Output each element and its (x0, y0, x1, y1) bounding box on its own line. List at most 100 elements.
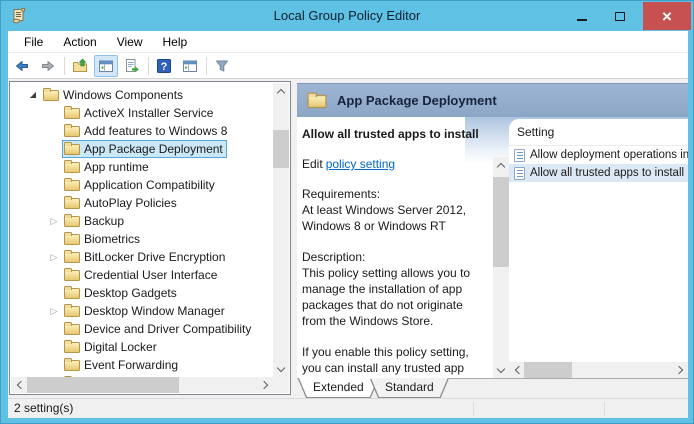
folder-icon (64, 303, 80, 317)
tree-expander-icon[interactable]: ▷ (46, 302, 62, 320)
folder-icon (64, 231, 80, 245)
show-console-tree-toggle[interactable] (94, 55, 118, 77)
minimize-button[interactable] (563, 2, 601, 30)
filter-funnel-icon (216, 60, 228, 72)
folder-icon (43, 87, 59, 101)
toolbar-separator (64, 57, 65, 75)
menu-view[interactable]: View (107, 33, 153, 51)
content-area: ◢ Windows Components ActiveX Installer Ser… (8, 79, 688, 398)
forward-button[interactable] (36, 55, 60, 77)
folder-icon (64, 213, 80, 227)
tree-item-application-compatibility[interactable]: Application Compatibility (11, 176, 273, 194)
scroll-left-arrow[interactable] (509, 362, 525, 378)
tree-node[interactable]: BitLocker Drive Encryption (62, 248, 229, 266)
scroll-left-arrow[interactable] (11, 377, 27, 393)
tree-item-activex-installer-service[interactable]: ActiveX Installer Service (11, 104, 273, 122)
tree-node[interactable]: Windows Components (41, 86, 187, 104)
tree-vertical-scrollbar[interactable] (273, 83, 289, 377)
tree-item-event-forwarding[interactable]: Event Forwarding (11, 356, 273, 374)
tree-item-desktop-gadgets[interactable]: Desktop Gadgets (11, 284, 273, 302)
tree-node[interactable]: Backup (62, 212, 128, 230)
scrollbar-thumb[interactable] (493, 177, 509, 267)
tree-node[interactable]: Add features to Windows 8 (62, 122, 231, 140)
tree-item-app-runtime[interactable]: App runtime (11, 158, 273, 176)
menu-action[interactable]: Action (53, 33, 106, 51)
up-one-level-button[interactable] (68, 55, 92, 77)
tree-item-bitlocker-drive-encryption[interactable]: ▷ BitLocker Drive Encryption (11, 248, 273, 266)
tree-node-selected[interactable]: App Package Deployment (62, 140, 227, 158)
tree-node[interactable]: ActiveX Installer Service (62, 104, 217, 122)
help-button[interactable]: ? (152, 55, 176, 77)
tree-expander-icon[interactable]: ▷ (46, 212, 62, 230)
toolbar: ? (8, 53, 688, 79)
tree-item-label: Biometrics (84, 232, 141, 246)
tree-item-digital-locker[interactable]: Digital Locker (11, 338, 273, 356)
chevron-right-icon (259, 380, 268, 390)
filter-button[interactable] (210, 55, 234, 77)
tree-item-add-features-to-windows-8[interactable]: Add features to Windows 8 (11, 122, 273, 140)
tree-node[interactable]: Event Forwarding (62, 356, 182, 374)
menu-help[interactable]: Help (153, 33, 198, 51)
tab-extended[interactable]: Extended (299, 378, 378, 397)
scroll-down-arrow[interactable] (493, 362, 509, 378)
tree-item-windows-components[interactable]: ◢ Windows Components (11, 86, 273, 104)
export-list-button[interactable] (120, 55, 144, 77)
tab-standard[interactable]: Standard (371, 378, 448, 397)
tree-node[interactable]: Biometrics (62, 230, 144, 248)
tree-item-desktop-window-manager[interactable]: ▷ Desktop Window Manager (11, 302, 273, 320)
tree-expander-icon[interactable]: ◢ (25, 86, 41, 104)
chevron-up-icon (276, 88, 286, 97)
close-button[interactable]: × (643, 2, 691, 30)
scrollbar-thumb[interactable] (27, 377, 179, 393)
tree-node[interactable]: Device and Driver Compatibility (62, 320, 255, 338)
setting-item-allow-all-trusted-apps-to-install[interactable]: Allow all trusted apps to install (509, 164, 688, 182)
tree-node[interactable]: Application Compatibility (62, 176, 219, 194)
tree-expander-icon[interactable]: ▷ (46, 248, 62, 266)
close-icon: × (662, 6, 672, 26)
tree-node[interactable]: App runtime (62, 158, 153, 176)
description-vertical-scrollbar[interactable] (493, 157, 509, 378)
show-action-pane-toggle[interactable] (178, 55, 202, 77)
tree-item-app-package-deployment[interactable]: App Package Deployment (11, 140, 273, 158)
back-button[interactable] (10, 55, 34, 77)
setting-column-header[interactable]: Setting (509, 119, 688, 146)
console-tree-icon (99, 60, 113, 72)
setting-item-allow-deployment-operations-in-special-profiles[interactable]: Allow deployment operations in special p… (509, 146, 688, 164)
scroll-right-arrow[interactable] (672, 362, 688, 378)
tree-item-autoplay-policies[interactable]: AutoPlay Policies (11, 194, 273, 212)
result-pane-header: App Package Deployment (297, 83, 688, 117)
tree-node[interactable]: Desktop Gadgets (62, 284, 181, 302)
scrollbar-thumb[interactable] (273, 130, 289, 168)
maximize-icon (615, 11, 625, 21)
tab-standard-label[interactable]: Standard (371, 378, 448, 397)
scroll-up-arrow[interactable] (273, 83, 289, 99)
tree-node[interactable]: Desktop Window Manager (62, 302, 229, 320)
tree-node[interactable]: Digital Locker (62, 338, 161, 356)
status-text: 2 setting(s) (14, 401, 74, 415)
tree-node[interactable]: Credential User Interface (62, 266, 221, 284)
list-horizontal-scrollbar[interactable] (509, 362, 688, 378)
scroll-down-arrow[interactable] (273, 361, 289, 377)
edit-policy-line: Edit policy setting (302, 157, 485, 171)
folder-icon (64, 321, 80, 335)
tree-horizontal-scrollbar[interactable] (11, 377, 273, 393)
status-divider (604, 402, 605, 416)
scroll-up-arrow[interactable] (493, 157, 509, 173)
tree-item-credential-user-interface[interactable]: Credential User Interface (11, 266, 273, 284)
maximize-button[interactable] (601, 2, 639, 30)
scroll-right-arrow[interactable] (257, 377, 273, 393)
tree-item-biometrics[interactable]: Biometrics (11, 230, 273, 248)
action-pane-icon (183, 60, 197, 72)
tree-item-backup[interactable]: ▷ Backup (11, 212, 273, 230)
menu-file[interactable]: File (14, 33, 53, 51)
policy-setting-link[interactable]: policy setting (326, 157, 395, 171)
tree-item-device-and-driver-compatibility[interactable]: Device and Driver Compatibility (11, 320, 273, 338)
tree-node[interactable]: AutoPlay Policies (62, 194, 181, 212)
folder-icon (64, 249, 80, 263)
tab-extended-label[interactable]: Extended (299, 378, 378, 397)
scrollbar-thumb[interactable] (524, 362, 572, 378)
